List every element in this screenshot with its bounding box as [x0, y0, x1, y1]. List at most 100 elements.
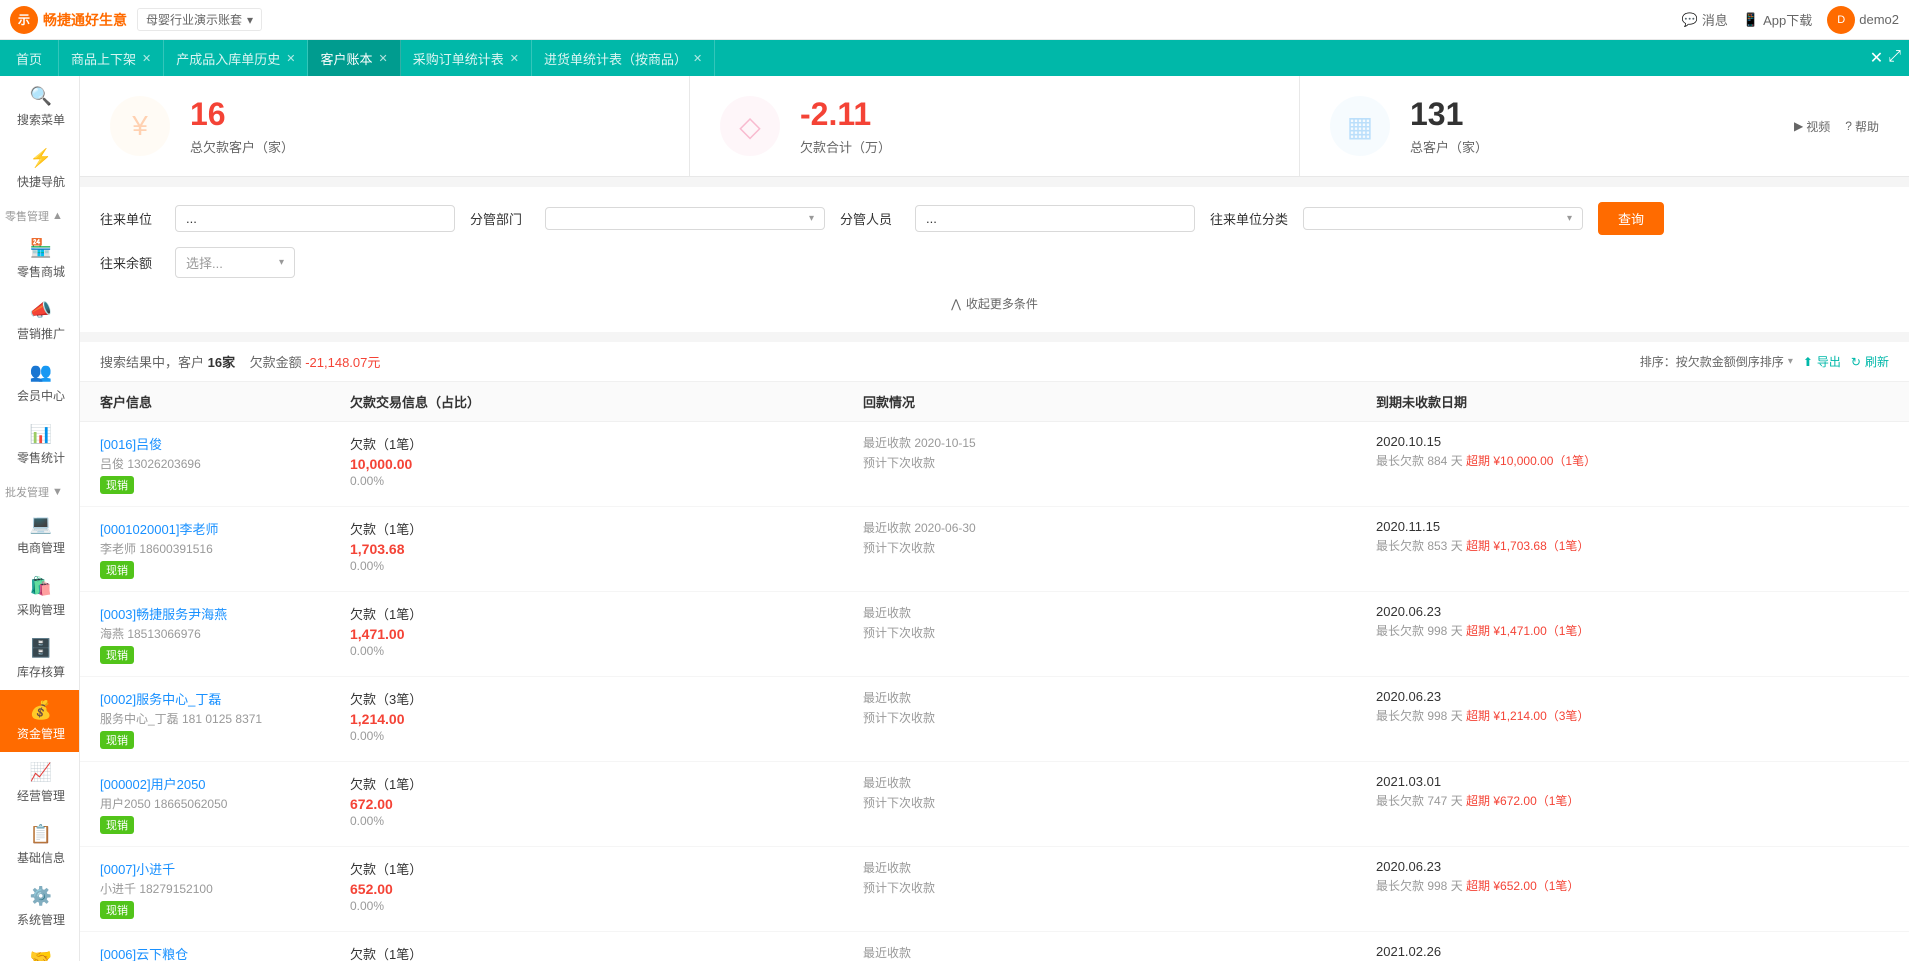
store-selector[interactable]: 母婴行业演示账套 ▾	[137, 8, 262, 31]
message-btn[interactable]: 💬 消息	[1682, 10, 1728, 29]
customer-name-3[interactable]: [0002]服务中心_丁磊	[100, 689, 350, 708]
tab-production-close[interactable]: ✕	[286, 52, 295, 65]
tab-incoming-close[interactable]: ✕	[693, 52, 702, 65]
customer-name-5[interactable]: [0007]小进千	[100, 859, 350, 878]
tab-purchase-close[interactable]: ✕	[510, 52, 519, 65]
due-date-1: 2020.11.15	[1376, 519, 1889, 534]
due-days-1: 最长欠款 853 天 超期 ¥1,703.68（1笔）	[1376, 537, 1889, 554]
user-profile[interactable]: D demo2	[1827, 6, 1899, 34]
sidebar-label-ecommerce: 电商管理	[17, 539, 65, 556]
filter-area: 往来单位 ... 分管部门 ▾ 分管人员 ... 往来单位分类 ▾	[80, 187, 1909, 332]
sidebar-item-ecommerce[interactable]: 💻 电商管理	[0, 504, 79, 566]
category-label: 往来单位分类	[1210, 209, 1288, 228]
sidebar-label-members: 会员中心	[17, 387, 65, 404]
debt-amount-4[interactable]: 672.00	[350, 796, 863, 812]
sidebar-item-system[interactable]: ⚙️ 系统管理	[0, 876, 79, 938]
customer-contact-5: 小进千 18279152100	[100, 880, 350, 897]
sidebar-label-retail-mgmt: 零售管理	[5, 208, 49, 224]
customer-name-1[interactable]: [0001020001]李老师	[100, 519, 350, 538]
export-btn[interactable]: ⬆ 导出	[1803, 353, 1841, 370]
debt-ratio-1: 0.00%	[350, 559, 863, 573]
recovery-info-3: 最近收款 预计下次收款	[863, 689, 1376, 726]
overdue-amount-0[interactable]: 超期 ¥10,000.00（1笔）	[1466, 454, 1596, 468]
overdue-amount-3[interactable]: 超期 ¥1,214.00（3笔）	[1466, 709, 1589, 723]
search-button[interactable]: 查询	[1598, 202, 1664, 235]
tabs-expand-icon[interactable]: ⤢	[1888, 48, 1901, 68]
message-icon: 💬	[1682, 12, 1698, 28]
help-icon: ?	[1845, 119, 1852, 133]
customer-name-4[interactable]: [000002]用户2050	[100, 774, 350, 793]
customer-contact-2: 海燕 18513066976	[100, 625, 350, 642]
sidebar-item-basic-info[interactable]: 📋 基础信息	[0, 814, 79, 876]
tab-home[interactable]: 首页	[0, 40, 59, 76]
sort-select[interactable]: 排序：按欠款金额倒序排序 ▾	[1640, 353, 1793, 370]
customer-name-0[interactable]: [0016]吕俊	[100, 434, 350, 453]
debt-info-1: 欠款（1笔） 1,703.68 0.00%	[350, 519, 863, 573]
balance-value: 选择...	[186, 253, 223, 272]
video-btn[interactable]: ▶ 视频	[1794, 118, 1830, 135]
person-input[interactable]: ...	[915, 205, 1195, 232]
help-btn[interactable]: ? 帮助	[1845, 118, 1879, 135]
refresh-label: 刷新	[1865, 353, 1889, 370]
table-row: [0016]吕俊 吕俊 13026203696 现销 欠款（1笔） 10,000…	[80, 422, 1909, 507]
tab-products-close[interactable]: ✕	[142, 52, 151, 65]
customer-contact-1: 李老师 18600391516	[100, 540, 350, 557]
tabs-collapse-icon[interactable]: ✕	[1870, 48, 1883, 68]
sidebar-item-retail-mall[interactable]: 🏪 零售商城	[0, 228, 79, 290]
sidebar-item-marketing[interactable]: 📣 营销推广	[0, 290, 79, 352]
recovery-info-6: 最近收款 预计下次收款	[863, 944, 1376, 961]
due-days-4: 最长欠款 747 天 超期 ¥672.00（1笔）	[1376, 792, 1889, 809]
overdue-amount-5[interactable]: 超期 ¥652.00（1笔）	[1466, 879, 1579, 893]
sidebar-item-members[interactable]: 👥 会员中心	[0, 352, 79, 414]
category-select[interactable]: ▾	[1303, 207, 1583, 230]
supplier-input[interactable]: ...	[175, 205, 455, 232]
tab-production[interactable]: 产成品入库单历史 ✕	[164, 40, 308, 76]
dept-select[interactable]: ▾	[545, 207, 825, 230]
collapse-button[interactable]: ⋀ 收起更多条件	[100, 290, 1889, 317]
debt-amount-3[interactable]: 1,214.00	[350, 711, 863, 727]
sidebar-label-retail-stats: 零售统计	[17, 449, 65, 466]
sidebar-label-quick-nav: 快捷导航	[17, 173, 65, 190]
sidebar-section-wholesale[interactable]: 批发管理 ▼	[0, 476, 79, 504]
due-date-3: 2020.06.23	[1376, 689, 1889, 704]
due-date-4: 2021.03.01	[1376, 774, 1889, 789]
stat-info-debt-amount: -2.11 欠款合计（万）	[800, 96, 1269, 156]
tab-incoming[interactable]: 进货单统计表（按商品） ✕	[532, 40, 715, 76]
sidebar-item-purchase[interactable]: 🛍️ 采购管理	[0, 566, 79, 628]
debt-amount-1[interactable]: 1,703.68	[350, 541, 863, 557]
customer-name-2[interactable]: [0003]畅捷服务尹海燕	[100, 604, 350, 623]
tab-products[interactable]: 商品上下架 ✕	[59, 40, 164, 76]
sidebar-item-finance[interactable]: 💰 资金管理	[0, 690, 79, 752]
overdue-amount-1[interactable]: 超期 ¥1,703.68（1笔）	[1466, 539, 1589, 553]
app-download-btn[interactable]: 📱 App下载	[1743, 10, 1812, 29]
balance-select[interactable]: 选择... ▾	[175, 247, 295, 278]
sidebar-section-retail[interactable]: 零售管理 ▲	[0, 200, 79, 228]
overdue-amount-2[interactable]: 超期 ¥1,471.00（1笔）	[1466, 624, 1589, 638]
sidebar-label-finance: 资金管理	[17, 725, 65, 742]
customer-name-6[interactable]: [0006]云下粮仓	[100, 944, 350, 961]
sidebar-item-retail-stats[interactable]: 📊 零售统计	[0, 414, 79, 476]
debt-amount-0[interactable]: 10,000.00	[350, 456, 863, 472]
sidebar-item-enterprise[interactable]: 🤝 企业协同	[0, 938, 79, 961]
recovery-next-3: 预计下次收款	[863, 709, 1376, 726]
recovery-next-1: 预计下次收款	[863, 539, 1376, 556]
tab-home-label: 首页	[16, 49, 42, 68]
tab-customer[interactable]: 客户账本 ✕	[308, 40, 400, 76]
refresh-btn[interactable]: ↻ 刷新	[1851, 353, 1889, 370]
balance-chevron: ▾	[279, 257, 284, 268]
tab-customer-close[interactable]: ✕	[379, 52, 388, 65]
tab-purchase[interactable]: 采购订单统计表 ✕	[401, 40, 532, 76]
download-icon: 📱	[1743, 12, 1759, 28]
debt-amount-5[interactable]: 652.00	[350, 881, 863, 897]
sidebar-item-operations[interactable]: 📈 经营管理	[0, 752, 79, 814]
due-info-6: 2021.02.26 最长欠款 750 天 超期 ¥455.90（1笔）	[1376, 944, 1889, 961]
sidebar-item-search[interactable]: 🔍 搜索菜单	[0, 76, 79, 138]
debt-amount-2[interactable]: 1,471.00	[350, 626, 863, 642]
col-header-debt: 欠款交易信息（占比）	[350, 392, 863, 411]
recovery-date-0: 最近收款 2020-10-15	[863, 434, 1376, 451]
sidebar-item-quick-nav[interactable]: ⚡ 快捷导航	[0, 138, 79, 200]
sidebar-item-inventory[interactable]: 🗄️ 库存核算	[0, 628, 79, 690]
overdue-amount-4[interactable]: 超期 ¥672.00（1笔）	[1466, 794, 1579, 808]
app-logo: 示 畅捷通好生意	[10, 6, 127, 34]
debt-info-4: 欠款（1笔） 672.00 0.00%	[350, 774, 863, 828]
